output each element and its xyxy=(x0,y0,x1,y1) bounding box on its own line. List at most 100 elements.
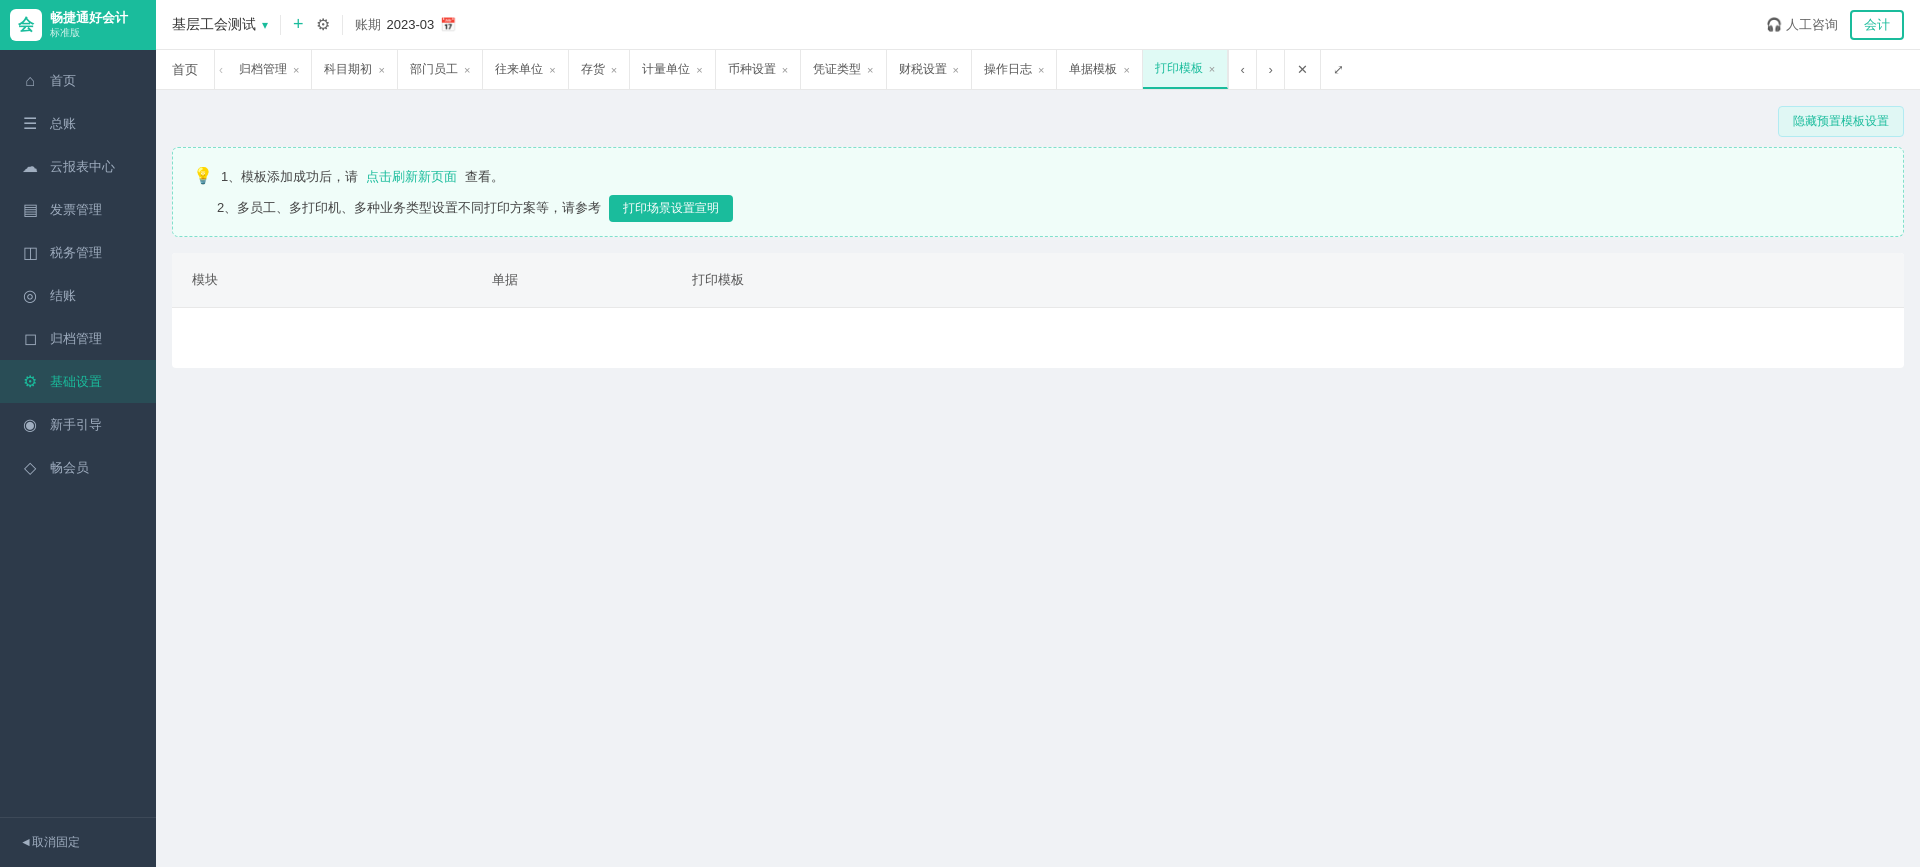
topbar-settings-button[interactable]: ⚙ xyxy=(316,15,330,34)
tab-subject-close[interactable]: × xyxy=(378,64,384,76)
tab-close-all-button[interactable]: ✕ xyxy=(1284,50,1320,89)
tab-voucher-type[interactable]: 凭证类型 × xyxy=(801,50,886,89)
print-template-table: 模块 单据 打印模板 xyxy=(172,253,1904,368)
tabbar: 首页 ‹ 归档管理 × 科目期初 × 部门员工 × 往来单位 × 存货 × 计量… xyxy=(156,50,1920,90)
headset-icon: 🎧 xyxy=(1766,17,1782,32)
sidebar-item-ledger-label: 总账 xyxy=(50,115,76,133)
sidebar-item-ledger[interactable]: ☰ 总账 xyxy=(0,102,156,145)
company-dropdown-icon: ▾ xyxy=(262,18,268,32)
company-selector[interactable]: 基层工会测试 ▾ xyxy=(172,16,268,34)
topbar: 基层工会测试 ▾ + ⚙ 账期 2023-03 📅 🎧 人工咨询 会计 xyxy=(156,0,1920,50)
tab-dept-close[interactable]: × xyxy=(464,64,470,76)
tab-nav-back-icon[interactable]: ‹ xyxy=(215,50,227,89)
accounting-period: 账期 2023-03 📅 xyxy=(355,16,457,34)
tab-tax-settings-close[interactable]: × xyxy=(953,64,959,76)
sidebar-item-invoice-label: 发票管理 xyxy=(50,201,102,219)
sidebar-item-reports-label: 云报表中心 xyxy=(50,158,115,176)
tab-currency-close[interactable]: × xyxy=(782,64,788,76)
tab-print-template-close[interactable]: × xyxy=(1209,63,1215,75)
unpin-label: ◄取消固定 xyxy=(20,834,80,851)
tab-nav-prev[interactable]: ‹ xyxy=(1228,50,1256,89)
sidebar-item-tax-label: 税务管理 xyxy=(50,244,102,262)
logo-title: 畅捷通好会计 xyxy=(50,10,128,26)
tab-subject[interactable]: 科目期初 × xyxy=(312,50,397,89)
tab-unit-label: 计量单位 xyxy=(642,61,690,78)
expand-icon: ⤢ xyxy=(1333,62,1344,77)
topbar-right: 🎧 人工咨询 会计 xyxy=(1766,10,1904,40)
tab-single-template[interactable]: 单据模板 × xyxy=(1057,50,1142,89)
tab-unit[interactable]: 计量单位 × xyxy=(630,50,715,89)
tab-voucher-type-label: 凭证类型 xyxy=(813,61,861,78)
tab-nav-next[interactable]: › xyxy=(1256,50,1284,89)
company-name: 基层工会测试 xyxy=(172,16,256,34)
ledger-icon: ☰ xyxy=(20,114,40,133)
sidebar-item-member[interactable]: ◇ 畅会员 xyxy=(0,446,156,489)
tab-single-template-close[interactable]: × xyxy=(1123,64,1129,76)
guide-icon: ◉ xyxy=(20,415,40,434)
notice-refresh-link[interactable]: 点击刷新新页面 xyxy=(366,165,457,188)
sidebar-item-archive-label: 归档管理 xyxy=(50,330,102,348)
sidebar-item-tax[interactable]: ◫ 税务管理 xyxy=(0,231,156,274)
print-scene-button[interactable]: 打印场景设置宣明 xyxy=(609,195,733,222)
tab-supplier[interactable]: 往来单位 × xyxy=(483,50,568,89)
table-header: 模块 单据 打印模板 xyxy=(172,253,1904,308)
hide-preset-button[interactable]: 隐藏预置模板设置 xyxy=(1778,106,1904,137)
tab-tax-settings-label: 财税设置 xyxy=(899,61,947,78)
customer-service-label: 人工咨询 xyxy=(1786,16,1838,34)
notice-box: 💡 1、模板添加成功后，请 点击刷新新页面 查看。 2、多员工、多打印机、多种业… xyxy=(172,147,1904,237)
sidebar: 会 畅捷通好会计 标准版 ⌂ 首页 ☰ 总账 ☁ 云报表中心 ▤ 发票管理 ◫ … xyxy=(0,0,156,867)
closing-icon: ◎ xyxy=(20,286,40,305)
tab-home-label: 首页 xyxy=(172,61,198,79)
topbar-divider-2 xyxy=(342,15,343,35)
period-label: 账期 xyxy=(355,16,381,34)
main-content: 基层工会测试 ▾ + ⚙ 账期 2023-03 📅 🎧 人工咨询 会计 首页 ‹… xyxy=(156,0,1920,867)
sidebar-footer-unpin[interactable]: ◄取消固定 xyxy=(0,817,156,867)
tab-oplog-close[interactable]: × xyxy=(1038,64,1044,76)
tab-voucher-type-close[interactable]: × xyxy=(867,64,873,76)
tab-print-template-label: 打印模板 xyxy=(1155,60,1203,77)
tab-home[interactable]: 首页 xyxy=(156,50,215,89)
tab-oplog[interactable]: 操作日志 × xyxy=(972,50,1057,89)
tab-expand-button[interactable]: ⤢ xyxy=(1320,50,1356,89)
tab-unit-close[interactable]: × xyxy=(696,64,702,76)
close-all-icon: ✕ xyxy=(1297,62,1308,77)
action-bar: 隐藏预置模板设置 xyxy=(172,106,1904,137)
tab-inventory-close[interactable]: × xyxy=(611,64,617,76)
sidebar-item-reports[interactable]: ☁ 云报表中心 xyxy=(0,145,156,188)
sidebar-item-home[interactable]: ⌂ 首页 xyxy=(0,60,156,102)
sidebar-nav: ⌂ 首页 ☰ 总账 ☁ 云报表中心 ▤ 发票管理 ◫ 税务管理 ◎ 结账 ◻ 归… xyxy=(0,50,156,817)
sidebar-item-settings-label: 基础设置 xyxy=(50,373,102,391)
account-button[interactable]: 会计 xyxy=(1850,10,1904,40)
tax-icon: ◫ xyxy=(20,243,40,262)
sidebar-item-member-label: 畅会员 xyxy=(50,459,89,477)
archive-icon: ◻ xyxy=(20,329,40,348)
topbar-divider-1 xyxy=(280,15,281,35)
sidebar-item-closing[interactable]: ◎ 结账 xyxy=(0,274,156,317)
tab-dept[interactable]: 部门员工 × xyxy=(398,50,483,89)
sidebar-item-home-label: 首页 xyxy=(50,72,76,90)
member-icon: ◇ xyxy=(20,458,40,477)
tab-print-template[interactable]: 打印模板 × xyxy=(1143,50,1228,89)
sidebar-item-invoice[interactable]: ▤ 发票管理 xyxy=(0,188,156,231)
tab-supplier-close[interactable]: × xyxy=(549,64,555,76)
calendar-icon[interactable]: 📅 xyxy=(440,17,456,32)
invoice-icon: ▤ xyxy=(20,200,40,219)
tab-inventory[interactable]: 存货 × xyxy=(569,50,630,89)
notice-line2-prefix: 2、多员工、多打印机、多种业务类型设置不同打印方案等，请参考 xyxy=(217,200,601,215)
tab-inventory-label: 存货 xyxy=(581,61,605,78)
notice-icon: 💡 xyxy=(193,162,213,191)
tab-currency-label: 币种设置 xyxy=(728,61,776,78)
tab-tax-settings[interactable]: 财税设置 × xyxy=(887,50,972,89)
tab-archive-close[interactable]: × xyxy=(293,64,299,76)
sidebar-item-archive[interactable]: ◻ 归档管理 xyxy=(0,317,156,360)
sidebar-item-guide[interactable]: ◉ 新手引导 xyxy=(0,403,156,446)
tab-currency[interactable]: 币种设置 × xyxy=(716,50,801,89)
tab-single-template-label: 单据模板 xyxy=(1069,61,1117,78)
sidebar-item-settings[interactable]: ⚙ 基础设置 xyxy=(0,360,156,403)
table-body xyxy=(172,308,1904,368)
add-tab-button[interactable]: + xyxy=(293,14,304,35)
chevron-right-icon: › xyxy=(1269,62,1273,77)
tab-archive[interactable]: 归档管理 × xyxy=(227,50,312,89)
customer-service-button[interactable]: 🎧 人工咨询 xyxy=(1766,16,1838,34)
tab-archive-label: 归档管理 xyxy=(239,61,287,78)
